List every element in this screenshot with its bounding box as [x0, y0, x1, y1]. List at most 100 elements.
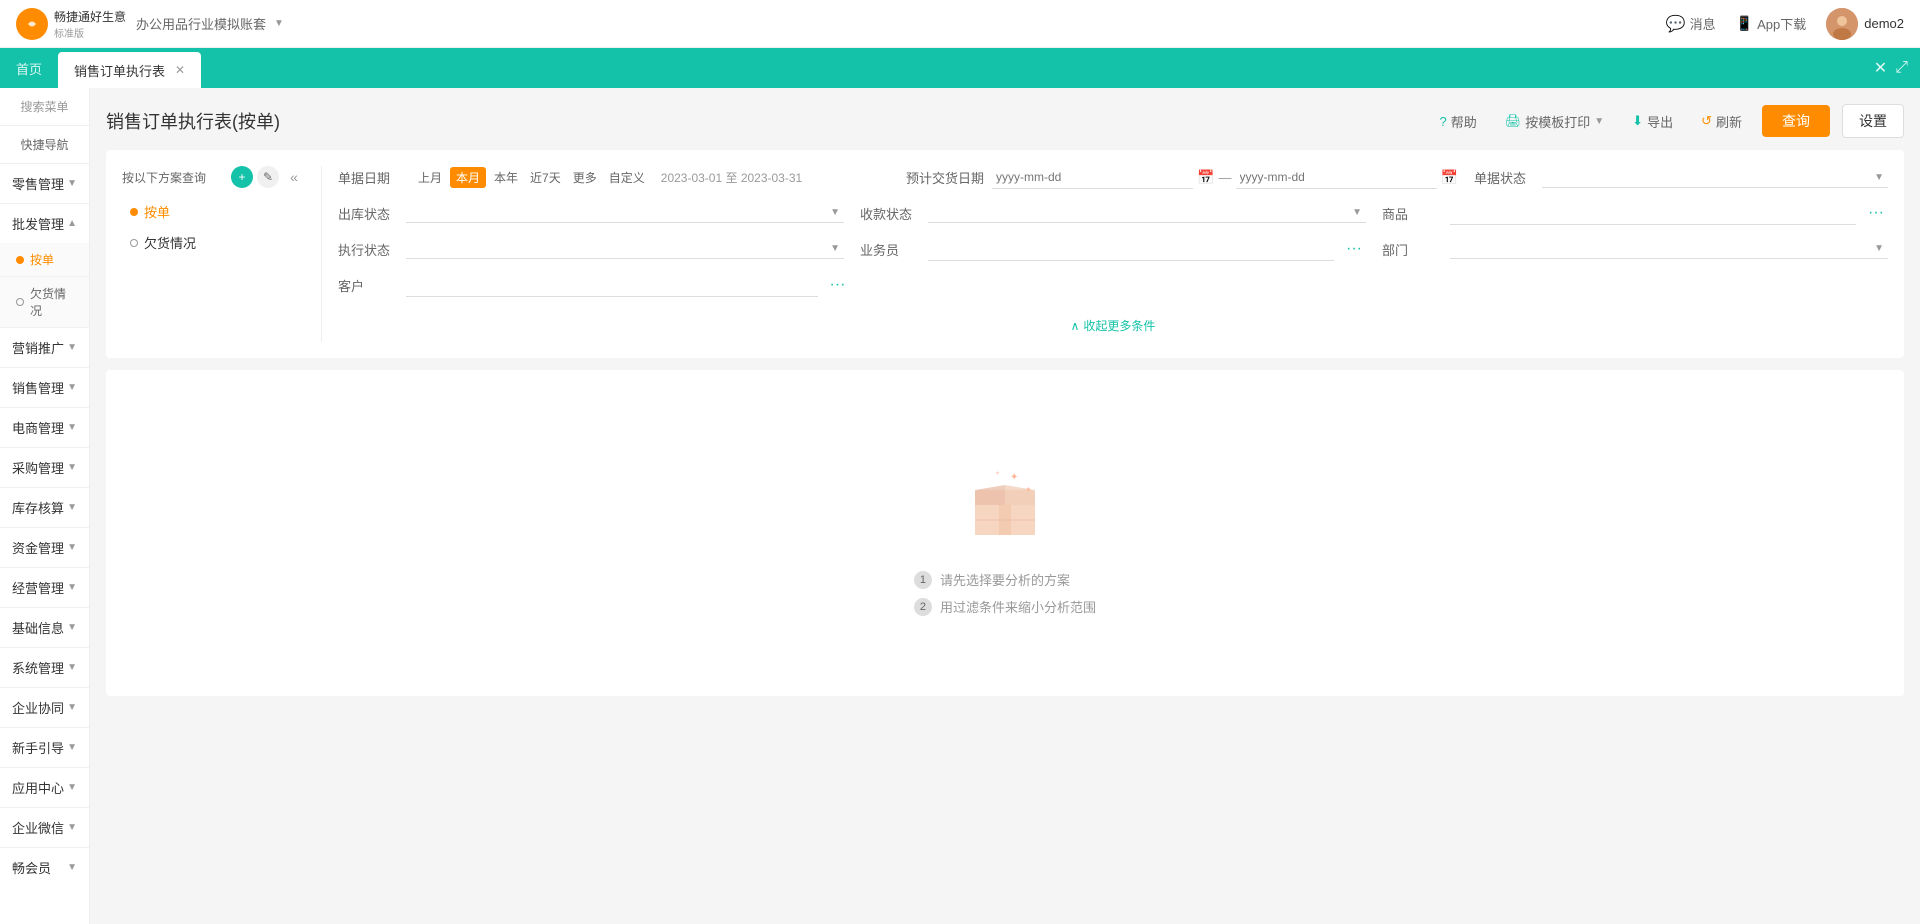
- add-scheme-button[interactable]: +: [231, 166, 253, 188]
- tab-expand-icon[interactable]: ⤢: [1895, 59, 1908, 77]
- goods-input[interactable]: [1450, 201, 1856, 225]
- print-dropdown-arrow: ▼: [1594, 116, 1604, 127]
- scheme-item-press-order[interactable]: 按单: [122, 196, 305, 227]
- department-select[interactable]: ▼: [1450, 239, 1888, 259]
- sidebar-sub-debt[interactable]: 欠货情况: [0, 277, 89, 328]
- tip-1-num: 1: [914, 571, 932, 589]
- date-tab-last-month[interactable]: 上月: [414, 167, 446, 188]
- logo-area[interactable]: 畅捷通好生意 标准版: [16, 8, 126, 40]
- empty-tip-2: 2 用过滤条件来缩小分析范围: [914, 597, 1096, 616]
- receipt-status-label: 收款状态: [860, 204, 920, 223]
- sidebar-item-retail[interactable]: 零售管理 ▼: [0, 164, 89, 204]
- tab-sales-order-exec[interactable]: 销售订单执行表 ✕: [58, 52, 201, 88]
- sidebar-item-ecommerce[interactable]: 电商管理 ▼: [0, 408, 89, 448]
- settings-button[interactable]: 设置: [1842, 104, 1904, 138]
- exec-status-select[interactable]: ▼: [406, 239, 844, 259]
- date-tab-this-month[interactable]: 本月: [450, 167, 486, 188]
- sidebar-purchase-label: 采购管理: [12, 458, 64, 477]
- scheme-label: 按以下方案查询: [122, 169, 206, 186]
- export-button[interactable]: ⬇ 导出: [1624, 108, 1681, 135]
- sidebar-sub-press-order[interactable]: 按单: [0, 243, 89, 277]
- exec-status-field: 执行状态 ▼: [338, 239, 844, 259]
- department-label: 部门: [1382, 240, 1442, 259]
- query-button[interactable]: 查询: [1762, 105, 1830, 137]
- sidebar-item-operations[interactable]: 经营管理 ▼: [0, 568, 89, 608]
- sidebar-debt-label: 欠货情况: [30, 285, 73, 319]
- salesperson-picker-icon[interactable]: ···: [1342, 240, 1366, 258]
- tip-2-text: 用过滤条件来缩小分析范围: [940, 597, 1096, 616]
- quick-nav-label: 快捷导航: [20, 138, 68, 152]
- refresh-button[interactable]: ↺ 刷新: [1693, 108, 1750, 135]
- page-title: 销售订单执行表(按单): [106, 108, 280, 134]
- customer-picker-icon[interactable]: ···: [826, 276, 850, 294]
- bill-status-field: 单据状态 ▼: [1474, 168, 1888, 188]
- receipt-status-select[interactable]: ▼: [928, 203, 1366, 223]
- breadcrumb[interactable]: 办公用品行业模拟账套 ▼: [136, 14, 284, 33]
- sidebar-item-member[interactable]: 畅会员 ▼: [0, 848, 89, 887]
- bill-date-label: 单据日期: [338, 168, 398, 187]
- collapse-filters-button[interactable]: ∧ 收起更多条件: [338, 309, 1888, 342]
- sidebar-quick-nav[interactable]: 快捷导航: [0, 126, 89, 164]
- sidebar-item-purchase[interactable]: 采购管理 ▼: [0, 448, 89, 488]
- sidebar-item-system[interactable]: 系统管理 ▼: [0, 648, 89, 688]
- sidebar-finance-arrow: ▼: [67, 542, 77, 553]
- expected-delivery-to[interactable]: [1236, 166, 1437, 189]
- sidebar-item-basic[interactable]: 基础信息 ▼: [0, 608, 89, 648]
- sidebar-wechat-label: 企业微信: [12, 818, 64, 837]
- tab-home[interactable]: 首页: [0, 48, 58, 88]
- salesperson-input[interactable]: [928, 237, 1334, 261]
- collapse-scheme-button[interactable]: «: [283, 166, 305, 188]
- app-download-button[interactable]: 📱 App下载: [1736, 14, 1807, 33]
- customer-input[interactable]: [406, 273, 818, 297]
- user-name: demo2: [1864, 16, 1904, 31]
- sidebar-item-appstore[interactable]: 应用中心 ▼: [0, 768, 89, 808]
- sidebar-inventory-label: 库存核算: [12, 498, 64, 517]
- scheme-title: 按以下方案查询 + ✎ «: [122, 166, 305, 188]
- goods-picker-icon[interactable]: ···: [1864, 204, 1888, 222]
- export-icon: ⬇: [1632, 113, 1643, 129]
- help-label: 帮助: [1451, 112, 1477, 131]
- date-tab-this-year[interactable]: 本年: [490, 167, 522, 188]
- out-status-select[interactable]: ▼: [406, 203, 844, 223]
- template-print-button[interactable]: 🖨 按模板打印 ▼: [1497, 108, 1612, 135]
- template-print-label: 按模板打印: [1525, 112, 1590, 131]
- search-label: 搜索菜单: [20, 100, 68, 114]
- sidebar-item-finance[interactable]: 资金管理 ▼: [0, 528, 89, 568]
- sidebar-newbie-label: 新手引导: [12, 738, 64, 757]
- help-button[interactable]: ? 帮助: [1431, 108, 1484, 135]
- scheme-item-debt[interactable]: 欠货情况: [122, 227, 305, 258]
- inactive-dot-icon: [16, 298, 24, 306]
- date-tabs: 上月 本月 本年 近7天 更多 自定义: [414, 167, 649, 188]
- refresh-icon: ↺: [1701, 113, 1712, 129]
- sidebar-item-sales[interactable]: 销售管理 ▼: [0, 368, 89, 408]
- breadcrumb-dropdown-icon[interactable]: ▼: [274, 18, 284, 29]
- out-status-arrow: ▼: [830, 207, 840, 218]
- edit-scheme-button[interactable]: ✎: [257, 166, 279, 188]
- date-tab-custom[interactable]: 自定义: [605, 167, 649, 188]
- sidebar-item-marketing[interactable]: 营销推广 ▼: [0, 328, 89, 368]
- sidebar-ecommerce-label: 电商管理: [12, 418, 64, 437]
- sidebar-finance-label: 资金管理: [12, 538, 64, 557]
- expected-delivery-from[interactable]: [992, 166, 1193, 189]
- top-header: 畅捷通好生意 标准版 办公用品行业模拟账套 ▼ 💬 消息 📱 App下载: [0, 0, 1920, 48]
- tab-close-icon[interactable]: ✕: [175, 63, 185, 77]
- user-menu[interactable]: demo2: [1826, 8, 1904, 40]
- date-tab-more[interactable]: 更多: [569, 167, 601, 188]
- calendar-from-icon: 📅: [1197, 169, 1214, 186]
- sidebar-item-wholesale[interactable]: 批发管理 ▲: [0, 204, 89, 243]
- tip-2-num: 2: [914, 598, 932, 616]
- header-left: 畅捷通好生意 标准版 办公用品行业模拟账套 ▼: [16, 8, 284, 40]
- tab-close-all-icon[interactable]: ✕: [1874, 58, 1887, 78]
- sidebar-search[interactable]: 搜索菜单: [0, 88, 89, 126]
- bill-status-select[interactable]: ▼: [1542, 168, 1888, 188]
- date-tab-7days[interactable]: 近7天: [526, 167, 565, 188]
- sidebar-item-wechat[interactable]: 企业微信 ▼: [0, 808, 89, 848]
- sidebar-item-newbie[interactable]: 新手引导 ▼: [0, 728, 89, 768]
- messages-button[interactable]: 💬 消息: [1666, 14, 1716, 34]
- sidebar-item-inventory[interactable]: 库存核算 ▼: [0, 488, 89, 528]
- sidebar-sales-arrow: ▼: [67, 382, 77, 393]
- scheme-selector: 按以下方案查询 + ✎ « 按单 欠货情况: [122, 166, 322, 342]
- sidebar-item-enterprise[interactable]: 企业协同 ▼: [0, 688, 89, 728]
- tip-1-text: 请先选择要分析的方案: [940, 570, 1070, 589]
- logo-icon: [16, 8, 48, 40]
